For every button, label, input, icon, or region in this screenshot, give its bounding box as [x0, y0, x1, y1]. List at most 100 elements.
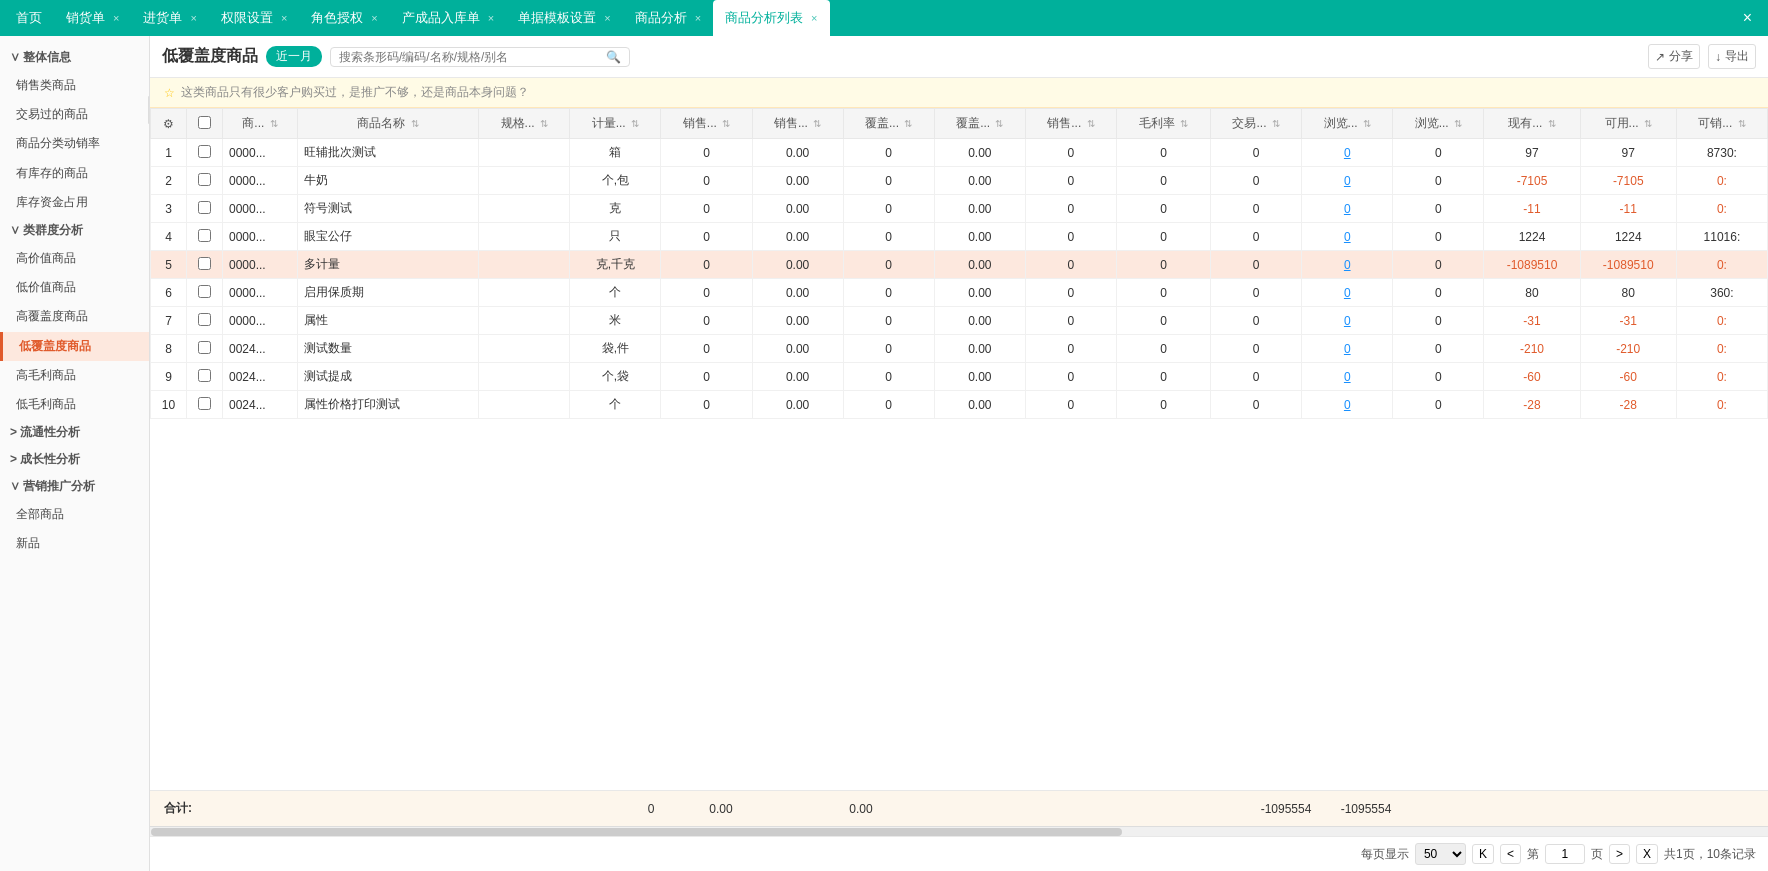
row-checkbox[interactable] — [198, 285, 211, 298]
nav-product-storage[interactable]: 产成品入库单 × — [390, 0, 506, 36]
sidebar-section-overall[interactable]: ∨ 整体信息 — [0, 44, 149, 71]
sidebar-item-new-products[interactable]: 新品 — [0, 529, 149, 558]
col-cover2[interactable]: 覆盖... ⇅ — [934, 109, 1025, 139]
last-page-button[interactable]: X — [1636, 844, 1658, 864]
nav-home[interactable]: 首页 — [4, 0, 54, 36]
col-available[interactable]: 可用... ⇅ — [1580, 109, 1676, 139]
col-unit[interactable]: 计量... ⇅ — [570, 109, 661, 139]
col-code[interactable]: 商... ⇅ — [223, 109, 298, 139]
close-purchase-order-icon[interactable]: × — [190, 0, 196, 36]
sidebar-item-low-value[interactable]: 低价值商品 — [0, 273, 149, 302]
next-page-button[interactable]: > — [1609, 844, 1630, 864]
nav-purchase-order[interactable]: 进货单 × — [131, 0, 208, 36]
close-role-auth-icon[interactable]: × — [371, 0, 377, 36]
cell-check[interactable] — [187, 279, 223, 307]
cell-check[interactable] — [187, 167, 223, 195]
col-name[interactable]: 商品名称 ⇅ — [298, 109, 479, 139]
col-sales-amt[interactable]: 销售... ⇅ — [752, 109, 843, 139]
nav-product-analysis-list[interactable]: 商品分析列表 × — [713, 0, 829, 36]
close-product-analysis-icon[interactable]: × — [695, 0, 701, 36]
row-checkbox[interactable] — [198, 145, 211, 158]
row-checkbox[interactable] — [198, 201, 211, 214]
cell-check[interactable] — [187, 335, 223, 363]
row-checkbox[interactable] — [198, 257, 211, 270]
page-size-select[interactable]: 20 50 100 — [1415, 843, 1466, 865]
row-checkbox[interactable] — [198, 397, 211, 410]
row-checkbox[interactable] — [198, 229, 211, 242]
col-spec[interactable]: 规格... ⇅ — [479, 109, 570, 139]
col-checkbox[interactable] — [187, 109, 223, 139]
search-icon[interactable]: 🔍 — [606, 50, 621, 64]
cell-browse1[interactable]: 0 — [1302, 223, 1393, 251]
sidebar-item-all-products[interactable]: 全部商品 — [0, 500, 149, 529]
cell-browse1[interactable]: 0 — [1302, 139, 1393, 167]
prev-page-button[interactable]: < — [1500, 844, 1521, 864]
cell-unit: 只 — [570, 223, 661, 251]
cell-browse1[interactable]: 0 — [1302, 251, 1393, 279]
col-saleable[interactable]: 可销... ⇅ — [1676, 109, 1767, 139]
cell-check[interactable] — [187, 223, 223, 251]
col-browse2[interactable]: 浏览... ⇅ — [1393, 109, 1484, 139]
page-input[interactable] — [1545, 844, 1585, 864]
sidebar-section-cluster[interactable]: ∨ 类群度分析 — [0, 217, 149, 244]
nav-template-settings[interactable]: 单据模板设置 × — [506, 0, 622, 36]
select-all-checkbox[interactable] — [198, 116, 211, 129]
col-gross[interactable]: 毛利率 ⇅ — [1116, 109, 1210, 139]
sidebar-section-marketing[interactable]: ∨ 营销推广分析 — [0, 473, 149, 500]
cell-browse1[interactable]: 0 — [1302, 307, 1393, 335]
export-button[interactable]: ↓ 导出 — [1708, 44, 1756, 69]
col-cover1[interactable]: 覆盖... ⇅ — [843, 109, 934, 139]
cell-check[interactable] — [187, 195, 223, 223]
col-browse1[interactable]: 浏览... ⇅ — [1302, 109, 1393, 139]
cell-check[interactable] — [187, 251, 223, 279]
sidebar-item-high-coverage[interactable]: 高覆盖度商品 — [0, 302, 149, 331]
cell-browse1[interactable]: 0 — [1302, 363, 1393, 391]
col-settings[interactable]: ⚙ — [151, 109, 187, 139]
window-close-button[interactable]: × — [1731, 9, 1764, 27]
row-checkbox[interactable] — [198, 369, 211, 382]
close-analysis-list-icon[interactable]: × — [811, 0, 817, 36]
product-table-container[interactable]: ⚙ 商... ⇅ 商品名称 ⇅ 规格... ⇅ 计量... ⇅ 销售... ⇅ … — [150, 108, 1768, 790]
close-template-icon[interactable]: × — [604, 0, 610, 36]
cell-browse1[interactable]: 0 — [1302, 195, 1393, 223]
nav-role-auth[interactable]: 角色授权 × — [299, 0, 389, 36]
row-checkbox[interactable] — [198, 341, 211, 354]
sidebar-item-traded-products[interactable]: 交易过的商品 — [0, 100, 149, 129]
cell-check[interactable] — [187, 363, 223, 391]
sidebar-item-category-rate[interactable]: 商品分类动销率 — [0, 129, 149, 158]
time-filter-button[interactable]: 近一月 — [266, 46, 322, 67]
col-current[interactable]: 现有... ⇅ — [1484, 109, 1580, 139]
cell-browse1[interactable]: 0 — [1302, 335, 1393, 363]
sidebar-item-stocked-products[interactable]: 有库存的商品 — [0, 159, 149, 188]
nav-product-analysis[interactable]: 商品分析 × — [623, 0, 713, 36]
col-trade[interactable]: 交易... ⇅ — [1211, 109, 1302, 139]
cell-check[interactable] — [187, 139, 223, 167]
sidebar-section-growth[interactable]: > 成长性分析 — [0, 446, 149, 473]
horizontal-scrollbar[interactable] — [150, 826, 1768, 836]
row-checkbox[interactable] — [198, 313, 211, 326]
cell-check[interactable] — [187, 391, 223, 419]
cell-browse1[interactable]: 0 — [1302, 391, 1393, 419]
cell-check[interactable] — [187, 307, 223, 335]
sidebar-item-sales-products[interactable]: 销售类商品 — [0, 71, 149, 100]
nav-permission-settings[interactable]: 权限设置 × — [209, 0, 299, 36]
sidebar-item-low-coverage[interactable]: 低覆盖度商品 — [0, 332, 149, 361]
close-permission-icon[interactable]: × — [281, 0, 287, 36]
share-button[interactable]: ↗ 分享 — [1648, 44, 1700, 69]
cell-spec — [479, 251, 570, 279]
col-sales2[interactable]: 销售... ⇅ — [1025, 109, 1116, 139]
cell-browse1[interactable]: 0 — [1302, 167, 1393, 195]
sidebar-item-high-margin[interactable]: 高毛利商品 — [0, 361, 149, 390]
sidebar-item-stock-capital[interactable]: 库存资金占用 — [0, 188, 149, 217]
nav-sales-order[interactable]: 销货单 × — [54, 0, 131, 36]
sidebar-section-liquidity[interactable]: > 流通性分析 — [0, 419, 149, 446]
first-page-button[interactable]: K — [1472, 844, 1494, 864]
close-product-storage-icon[interactable]: × — [488, 0, 494, 36]
sidebar-item-high-value[interactable]: 高价值商品 — [0, 244, 149, 273]
col-sales-qty[interactable]: 销售... ⇅ — [661, 109, 752, 139]
close-sales-order-icon[interactable]: × — [113, 0, 119, 36]
sidebar-item-low-margin[interactable]: 低毛利商品 — [0, 390, 149, 419]
cell-browse1[interactable]: 0 — [1302, 279, 1393, 307]
search-input[interactable] — [339, 50, 602, 64]
row-checkbox[interactable] — [198, 173, 211, 186]
